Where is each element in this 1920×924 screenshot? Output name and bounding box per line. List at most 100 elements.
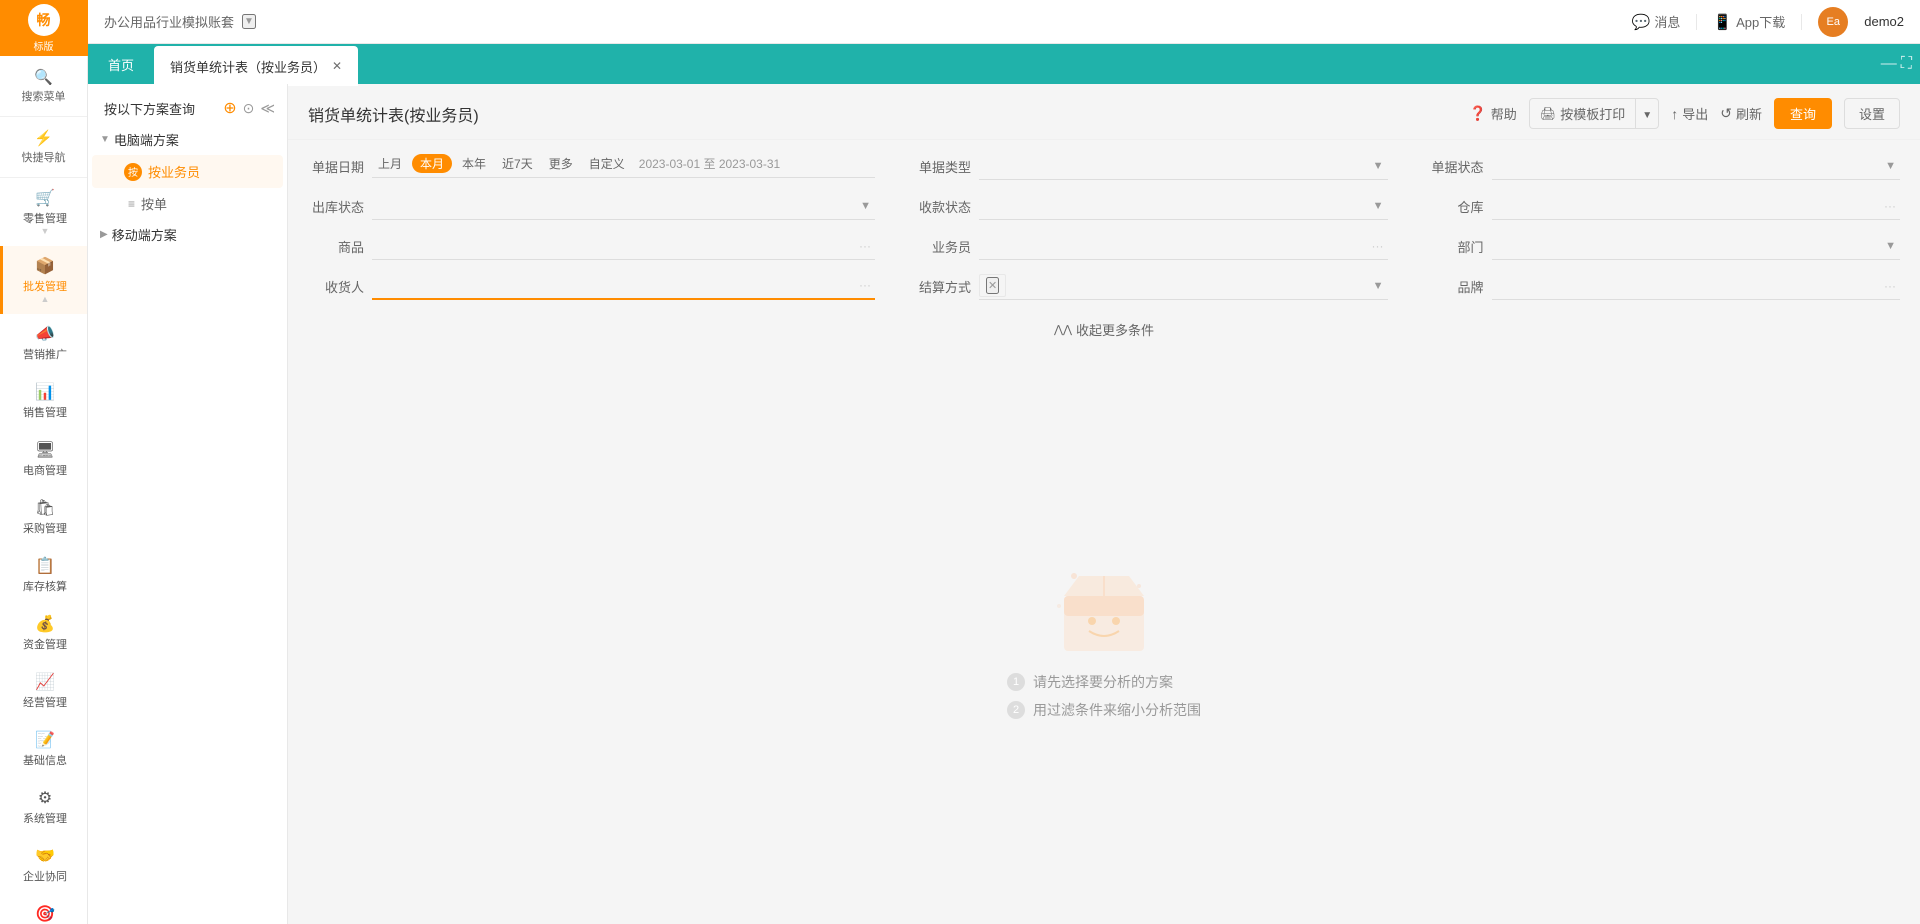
consignee-control[interactable]: ··· xyxy=(372,272,875,300)
operations-icon: 📈 xyxy=(35,672,55,692)
doc-type-label: 单据类型 xyxy=(915,157,979,176)
export-button[interactable]: ↑ 导出 xyxy=(1671,104,1708,123)
content-area: 按以下方案查询 ⊕ ⊙ ≪ ▼ 电脑端方案 按 按业务员 ≡ xyxy=(88,84,1920,924)
date-tab-current-year[interactable]: 本年 xyxy=(456,154,492,173)
brand-filter: 品牌 ··· xyxy=(1428,272,1901,300)
scheme-collapse-button[interactable]: ≪ xyxy=(260,100,275,117)
print-button[interactable]: 🖨 按模板打印 xyxy=(1529,98,1636,129)
quick-nav-label: 快捷导航 xyxy=(22,149,66,165)
sidebar-item-retail[interactable]: 🛒 零售管理 ▼ xyxy=(0,178,87,246)
salesman-filter: 业务员 ··· xyxy=(915,232,1388,260)
payment-chevron: ▼ xyxy=(1373,200,1384,212)
scheme-add-button[interactable]: ⊕ xyxy=(223,98,236,118)
date-filter-item: 单据日期 上月 本月 本年 近7天 更多 自定义 2023-03-01 至 20… xyxy=(308,154,875,178)
sidebar-item-finance[interactable]: 💰 资金管理 xyxy=(0,604,87,662)
collapse-label: 收起更多条件 xyxy=(1076,320,1154,339)
date-tab-custom[interactable]: 自定义 xyxy=(583,154,631,173)
settings-button[interactable]: 设置 xyxy=(1844,98,1900,129)
out-status-chevron: ▼ xyxy=(860,200,871,212)
doc-status-label: 单据状态 xyxy=(1428,157,1492,176)
sidebar-item-guide[interactable]: 🎯 新手引导 xyxy=(0,894,87,924)
chevron-down-print: ▼ xyxy=(1642,110,1652,121)
export-label: 导出 xyxy=(1682,104,1708,123)
expand-icon-wholesale: ▲ xyxy=(41,294,50,304)
dept-control[interactable]: ▼ xyxy=(1492,232,1901,260)
scheme-group-arrow-right: ▶ xyxy=(100,229,108,240)
sidebar-item-operations[interactable]: 📈 经营管理 xyxy=(0,662,87,720)
tab-close-icon[interactable]: ✕ xyxy=(332,59,342,73)
empty-state: 1 请先选择要分析的方案 2 用过滤条件来缩小分析范围 xyxy=(288,351,1920,924)
breadcrumb-dropdown[interactable]: ▼ xyxy=(242,14,256,29)
print-dropdown-button[interactable]: ▼ xyxy=(1635,98,1659,129)
sidebar-item-marketing[interactable]: 📣 营销推广 xyxy=(0,314,87,372)
goods-control[interactable]: ··· xyxy=(372,232,875,260)
doc-status-chevron: ▼ xyxy=(1885,160,1896,172)
brand-control[interactable]: ··· xyxy=(1492,272,1901,300)
sidebar-item-ecom[interactable]: 🖥 电商管理 xyxy=(0,430,87,488)
refresh-button[interactable]: ↺ 刷新 xyxy=(1720,104,1762,123)
tip-num-1: 1 xyxy=(1007,673,1025,691)
sidebar-item-wholesale[interactable]: 📦 批发管理 ▲ xyxy=(0,246,87,314)
date-tab-more[interactable]: 更多 xyxy=(543,154,579,173)
main-area: 办公用品行业模拟账套 ▼ 💬 消息 📱 App下载 Ea demo2 首页 xyxy=(88,0,1920,924)
scheme-group-mobile-title[interactable]: ▶ 移动端方案 xyxy=(88,219,287,250)
scheme-item-by-salesman[interactable]: 按 按业务员 xyxy=(92,155,283,188)
sidebar-item-system[interactable]: ⚙ 系统管理 xyxy=(0,778,87,836)
collapse-button[interactable]: ⋀⋀ 收起更多条件 xyxy=(1054,320,1154,339)
settlement-chevron: ▼ xyxy=(1373,280,1384,292)
home-tab[interactable]: 首页 xyxy=(88,44,154,84)
quick-nav-button[interactable]: ⚡ 快捷导航 xyxy=(0,123,87,171)
date-tab-last-month[interactable]: 上月 xyxy=(372,154,408,173)
settings-label: 设置 xyxy=(1859,104,1885,123)
tab-fullscreen-button[interactable]: ⛶ xyxy=(1901,55,1912,73)
scheme-group-pc-title[interactable]: ▼ 电脑端方案 xyxy=(88,124,287,155)
nav-items: 🛒 零售管理 ▼ 📦 批发管理 ▲ 📣 营销推广 📊 销售管理 🖥 电商管理 🛍… xyxy=(0,178,87,924)
salesman-control[interactable]: ··· xyxy=(979,232,1388,260)
scheme-item-order-label: 按单 xyxy=(141,194,167,213)
scheme-panel-header: 按以下方案查询 ⊕ ⊙ ≪ xyxy=(88,92,287,124)
export-icon: ↑ xyxy=(1671,106,1678,122)
date-tab-7days[interactable]: 近7天 xyxy=(496,154,539,173)
sidebar-item-collab[interactable]: 🤝 企业协同 xyxy=(0,836,87,894)
help-button[interactable]: ❓ 帮助 xyxy=(1469,104,1516,123)
scheme-item-salesman-label: 按业务员 xyxy=(148,162,200,181)
user-avatar[interactable]: Ea xyxy=(1818,7,1848,37)
search-menu-button[interactable]: 🔍 搜索菜单 xyxy=(0,62,87,110)
query-button[interactable]: 查询 xyxy=(1774,98,1832,129)
date-label: 单据日期 xyxy=(308,157,372,176)
scheme-item-by-order[interactable]: ≡ 按单 xyxy=(88,188,287,219)
current-tab[interactable]: 销货单统计表（按业务员） ✕ xyxy=(154,46,358,86)
goods-label: 商品 xyxy=(308,237,372,256)
warehouse-label: 仓库 xyxy=(1428,197,1492,216)
settlement-tag: ✕ xyxy=(979,274,1006,297)
sidebar-item-sales[interactable]: 📊 销售管理 xyxy=(0,372,87,430)
sidebar-item-inventory[interactable]: 📋 库存核算 xyxy=(0,546,87,604)
out-status-control[interactable]: ▼ xyxy=(372,192,875,220)
filter-row-4: 收货人 ··· 结算方式 ✕ ▼ xyxy=(308,272,1900,300)
search-label: 搜索菜单 xyxy=(22,88,66,104)
doc-type-control[interactable]: ▼ xyxy=(979,152,1388,180)
salesman-dots: ··· xyxy=(1372,239,1384,253)
sidebar-item-purchase[interactable]: 🛍 采购管理 xyxy=(0,488,87,546)
payment-status-control[interactable]: ▼ xyxy=(979,192,1388,220)
scheme-group-pc-label: 电脑端方案 xyxy=(114,130,179,149)
marketing-icon: 📣 xyxy=(35,324,55,344)
wholesale-icon: 📦 xyxy=(35,256,55,276)
settlement-label: 结算方式 xyxy=(915,277,979,296)
message-button[interactable]: 💬 消息 xyxy=(1632,12,1681,31)
goods-filter: 商品 ··· xyxy=(308,232,875,260)
expand-icon: ▼ xyxy=(41,226,50,236)
consignee-label: 收货人 xyxy=(308,277,372,296)
doc-status-control[interactable]: ▼ xyxy=(1492,152,1901,180)
app-download-label: App下载 xyxy=(1736,12,1785,31)
app-logo[interactable]: 畅 标版 xyxy=(0,0,88,56)
sidebar-item-base[interactable]: 📝 基础信息 xyxy=(0,720,87,778)
scheme-edit-button[interactable]: ⊙ xyxy=(243,100,255,117)
app-download-button[interactable]: 📱 App下载 xyxy=(1713,12,1785,31)
settlement-tag-close[interactable]: ✕ xyxy=(986,277,999,294)
finance-icon: 💰 xyxy=(35,614,55,634)
warehouse-control[interactable]: ··· xyxy=(1492,192,1901,220)
message-label: 消息 xyxy=(1654,12,1680,31)
date-tab-current-month[interactable]: 本月 xyxy=(412,154,452,173)
tab-minimize-button[interactable]: — xyxy=(1881,55,1897,73)
